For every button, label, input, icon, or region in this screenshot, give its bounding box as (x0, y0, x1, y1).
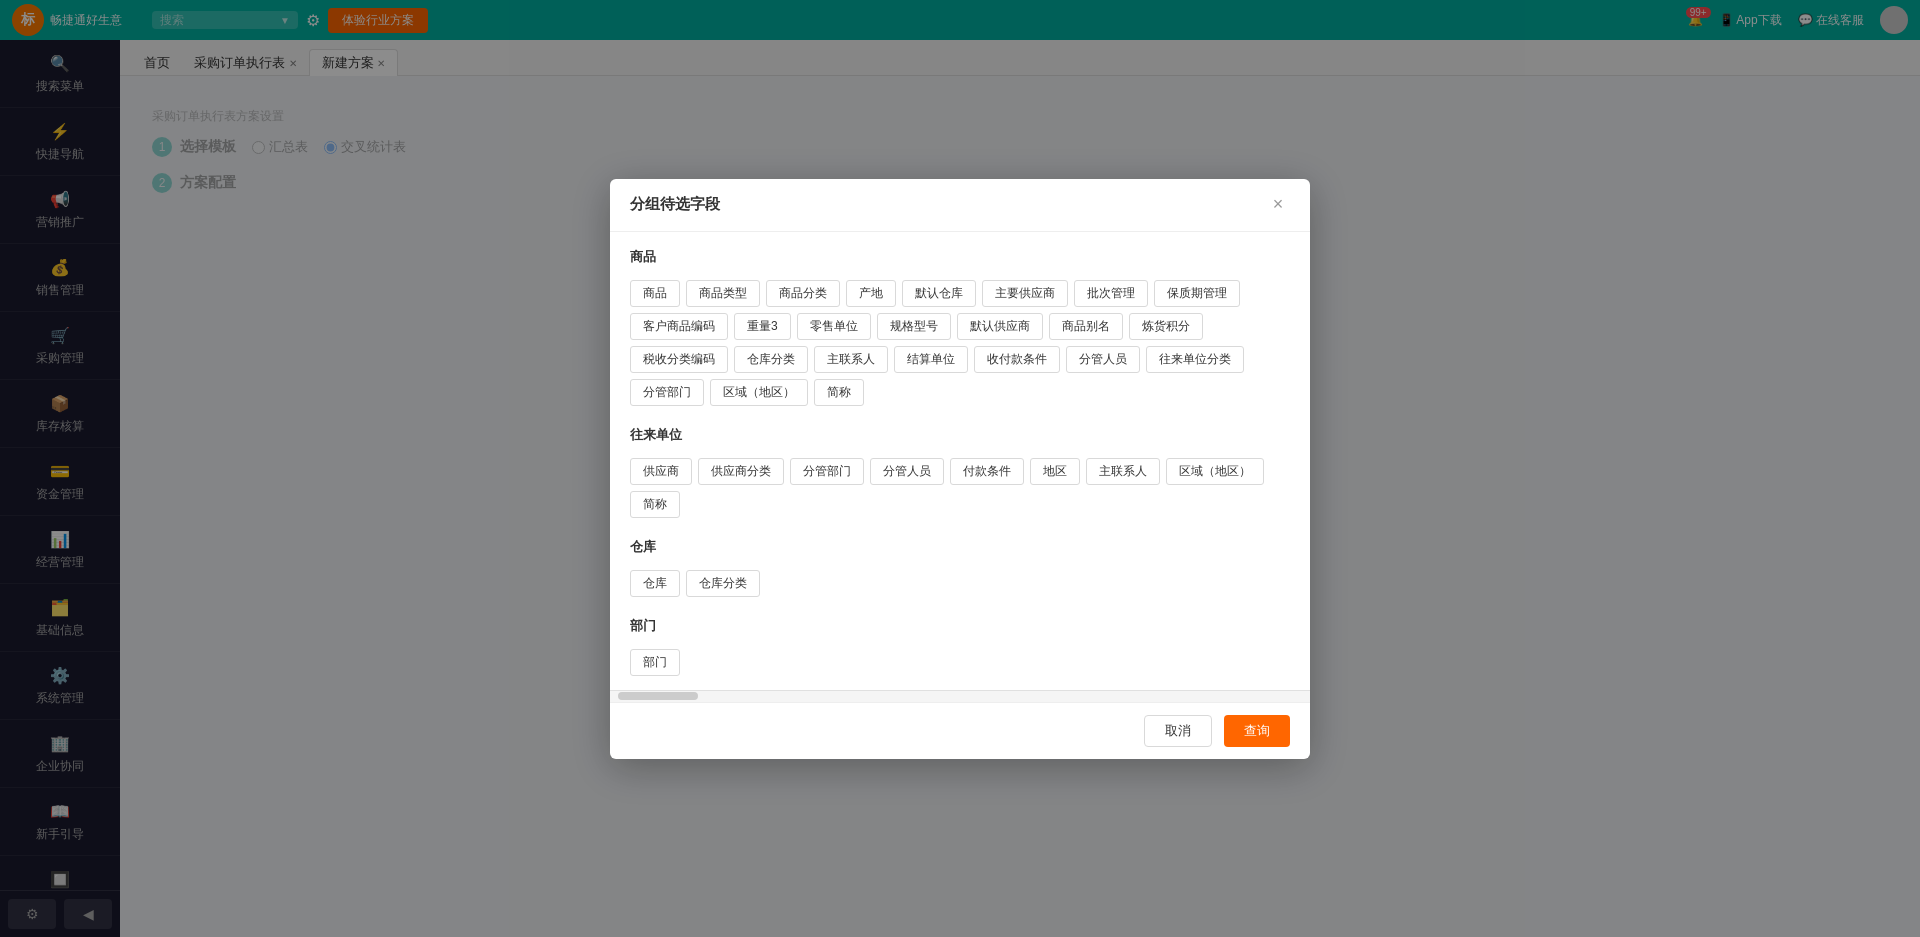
field-tag-炼货积分[interactable]: 炼货积分 (1129, 313, 1203, 340)
field-section-department: 部门部门 (630, 617, 1290, 676)
field-section-partner: 往来单位供应商供应商分类分管部门分管人员付款条件地区主联系人区域（地区） 简称 (630, 426, 1290, 518)
cancel-button[interactable]: 取消 (1144, 715, 1212, 747)
field-tag-商品分类[interactable]: 商品分类 (766, 280, 840, 307)
field-section-warehouse: 仓库仓库仓库分类 (630, 538, 1290, 597)
field-tag-区域（地区）[interactable]: 区域（地区） (710, 379, 808, 406)
field-tag-简称[interactable]: 简称 (630, 491, 680, 518)
field-tag-主联系人[interactable]: 主联系人 (814, 346, 888, 373)
field-tag-税收分类编码[interactable]: 税收分类编码 (630, 346, 728, 373)
field-tag-仓库分类[interactable]: 仓库分类 (734, 346, 808, 373)
field-section-title-goods: 商品 (630, 248, 1290, 270)
field-tag-分管部门[interactable]: 分管部门 (630, 379, 704, 406)
field-tags-department: 部门 (630, 649, 1290, 676)
modal-body: 商品商品商品类型商品分类产地默认仓库主要供应商批次管理保质期管理客户商品编码重量… (610, 232, 1310, 690)
field-tag-商品类型[interactable]: 商品类型 (686, 280, 760, 307)
field-tag-分管人员[interactable]: 分管人员 (1066, 346, 1140, 373)
field-tag-商品别名[interactable]: 商品别名 (1049, 313, 1123, 340)
field-tags-warehouse: 仓库仓库分类 (630, 570, 1290, 597)
field-tag-商品[interactable]: 商品 (630, 280, 680, 307)
field-tag-默认供应商[interactable]: 默认供应商 (957, 313, 1043, 340)
field-tag-批次管理[interactable]: 批次管理 (1074, 280, 1148, 307)
field-tag-地区[interactable]: 地区 (1030, 458, 1080, 485)
modal-horizontal-scrollbar[interactable] (610, 690, 1310, 702)
field-section-title-department: 部门 (630, 617, 1290, 639)
field-section-title-warehouse: 仓库 (630, 538, 1290, 560)
field-tag-规格型号[interactable]: 规格型号 (877, 313, 951, 340)
field-tag-结算单位[interactable]: 结算单位 (894, 346, 968, 373)
field-tag-区域（地区）[interactable]: 区域（地区） (1166, 458, 1264, 485)
field-tag-仓库[interactable]: 仓库 (630, 570, 680, 597)
field-tag-供应商[interactable]: 供应商 (630, 458, 692, 485)
field-tag-简称[interactable]: 简称 (814, 379, 864, 406)
field-tag-零售单位[interactable]: 零售单位 (797, 313, 871, 340)
modal-title: 分组待选字段 (630, 195, 720, 214)
field-tag-主联系人[interactable]: 主联系人 (1086, 458, 1160, 485)
field-tag-往来单位分类[interactable]: 往来单位分类 (1146, 346, 1244, 373)
field-tag-保质期管理[interactable]: 保质期管理 (1154, 280, 1240, 307)
field-tag-部门[interactable]: 部门 (630, 649, 680, 676)
field-section-title-partner: 往来单位 (630, 426, 1290, 448)
field-tag-供应商分类[interactable]: 供应商分类 (698, 458, 784, 485)
field-tag-付款条件[interactable]: 付款条件 (950, 458, 1024, 485)
field-tag-产地[interactable]: 产地 (846, 280, 896, 307)
field-tag-分管部门[interactable]: 分管部门 (790, 458, 864, 485)
field-tag-客户商品编码[interactable]: 客户商品编码 (630, 313, 728, 340)
modal-header: 分组待选字段 × (610, 179, 1310, 232)
field-tag-收付款条件[interactable]: 收付款条件 (974, 346, 1060, 373)
field-tags-goods: 商品商品类型商品分类产地默认仓库主要供应商批次管理保质期管理客户商品编码重量3零… (630, 280, 1290, 406)
field-tag-仓库分类[interactable]: 仓库分类 (686, 570, 760, 597)
confirm-button[interactable]: 查询 (1224, 715, 1290, 747)
field-selection-modal: 分组待选字段 × 商品商品商品类型商品分类产地默认仓库主要供应商批次管理保质期管… (610, 179, 1310, 759)
modal-hscroll-thumb[interactable] (618, 692, 698, 700)
field-tags-partner: 供应商供应商分类分管部门分管人员付款条件地区主联系人区域（地区） 简称 (630, 458, 1290, 518)
field-tag-重量3[interactable]: 重量3 (734, 313, 791, 340)
modal-footer: 取消 查询 (610, 702, 1310, 759)
field-tag-主要供应商[interactable]: 主要供应商 (982, 280, 1068, 307)
field-tag-默认仓库[interactable]: 默认仓库 (902, 280, 976, 307)
field-tag-分管人员[interactable]: 分管人员 (870, 458, 944, 485)
modal-close-button[interactable]: × (1266, 193, 1290, 217)
field-section-goods: 商品商品商品类型商品分类产地默认仓库主要供应商批次管理保质期管理客户商品编码重量… (630, 248, 1290, 406)
